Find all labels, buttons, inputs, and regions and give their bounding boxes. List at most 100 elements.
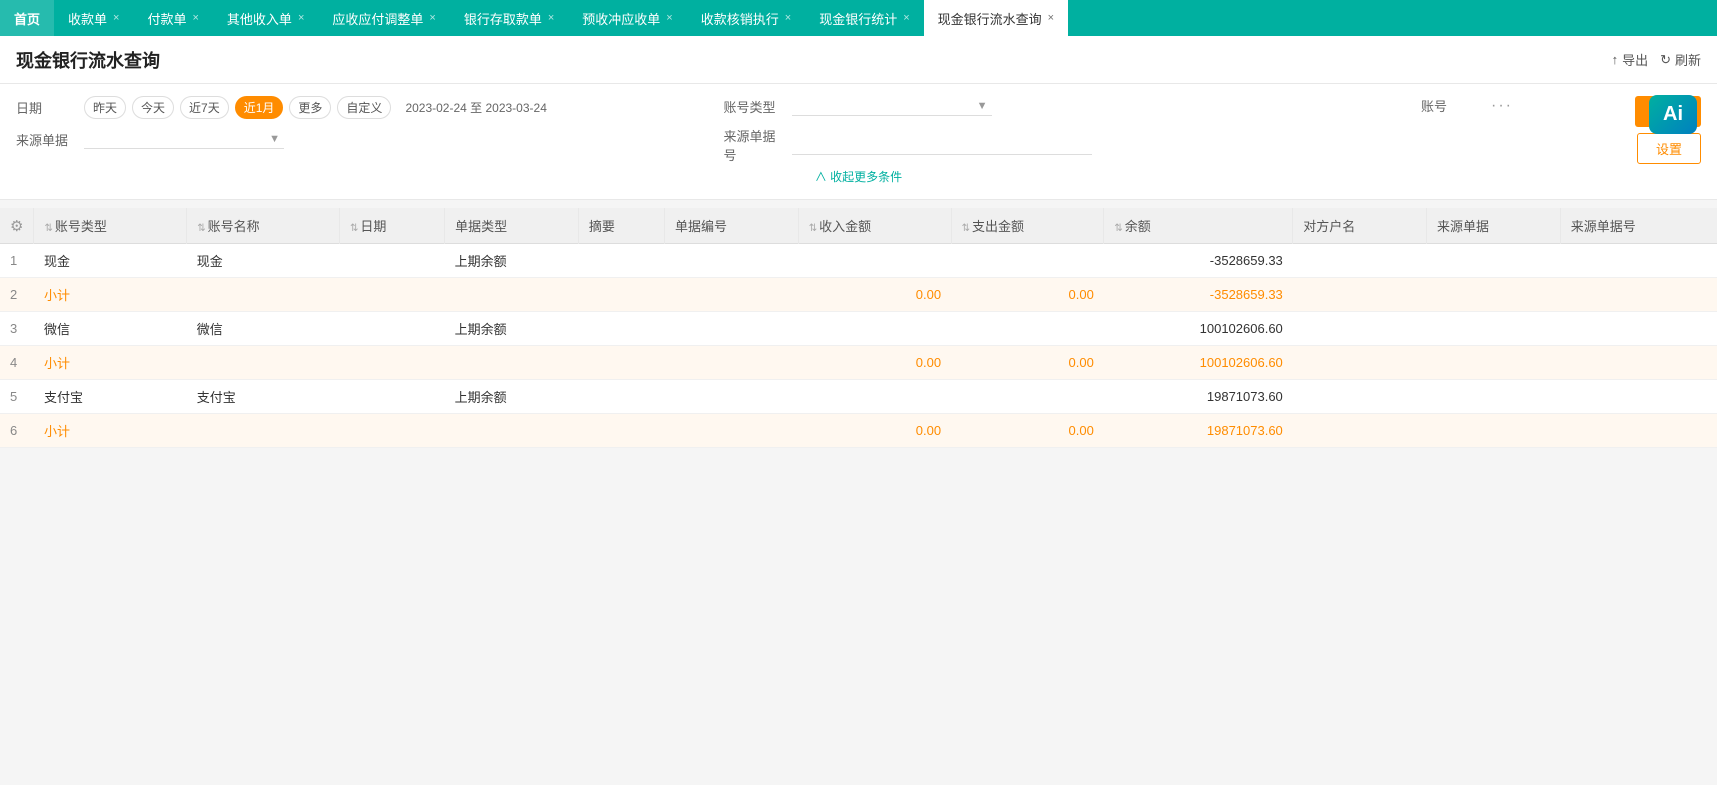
table-cell [798, 380, 951, 414]
col-source-doc-no[interactable]: 来源单据号 [1560, 208, 1717, 244]
table-cell [1293, 414, 1427, 448]
table-cell: 3 [0, 312, 34, 346]
gear-icon[interactable]: ⚙ [10, 218, 23, 235]
nav-payment-label: 付款单 [147, 9, 186, 28]
table-cell [665, 312, 799, 346]
col-summary[interactable]: 摘要 [578, 208, 664, 244]
account-type-select[interactable] [792, 96, 992, 116]
table-cell [798, 244, 951, 278]
table-cell: 100102606.60 [1104, 312, 1293, 346]
table-cell [951, 312, 1104, 346]
table-cell [340, 312, 445, 346]
nav-other-income-label: 其他收入单 [227, 9, 292, 28]
date-btn-custom[interactable]: 自定义 [337, 96, 391, 119]
date-btn-7days[interactable]: 近7天 [180, 96, 229, 119]
refresh-icon: ↻ [1660, 52, 1671, 68]
nav-item-advance-offset[interactable]: 预收冲应收单 × [568, 0, 686, 36]
nav-home-label: 首页 [14, 9, 40, 28]
col-source-doc[interactable]: 来源单据 [1427, 208, 1561, 244]
close-ap-adjust-icon[interactable]: × [429, 12, 435, 24]
nav-item-payment[interactable]: 付款单 × [133, 0, 212, 36]
nav-item-other-income[interactable]: 其他收入单 × [213, 0, 318, 36]
table-cell [578, 278, 664, 312]
nav-item-ap-adjust[interactable]: 应收应付调整单 × [318, 0, 449, 36]
close-payment-icon[interactable]: × [192, 12, 198, 24]
date-label: 日期 [16, 98, 76, 117]
col-balance[interactable]: ⇅余额 [1104, 208, 1293, 244]
close-collect-exec-icon[interactable]: × [785, 12, 791, 24]
date-btn-today[interactable]: 今天 [132, 96, 174, 119]
table-cell [665, 414, 799, 448]
table-cell [1560, 278, 1717, 312]
table-cell [578, 244, 664, 278]
filter-area: 日期 昨天 今天 近7天 近1月 更多 自定义 2023-02-24 至 202… [0, 84, 1717, 200]
table-cell [951, 380, 1104, 414]
collapse-filter-bar[interactable]: ∧ 收起更多条件 [16, 164, 1701, 191]
table-cell [1427, 312, 1561, 346]
account-dots-button[interactable]: ··· [1487, 97, 1517, 115]
settings-button[interactable]: 设置 [1637, 133, 1701, 164]
table-cell: 现金 [34, 244, 187, 278]
col-counterparty[interactable]: 对方户名 [1293, 208, 1427, 244]
nav-receipt-label: 收款单 [68, 9, 107, 28]
date-btn-more[interactable]: 更多 [289, 96, 331, 119]
col-doc-type[interactable]: 单据类型 [445, 208, 579, 244]
refresh-button[interactable]: ↻ 刷新 [1660, 50, 1701, 69]
table-cell [1427, 346, 1561, 380]
source-doc-select[interactable] [84, 129, 284, 149]
table-cell [1560, 380, 1717, 414]
close-bank-deposit-icon[interactable]: × [548, 12, 554, 24]
table-cell [1293, 346, 1427, 380]
header-actions: ↑ 导出 ↻ 刷新 [1612, 50, 1701, 69]
nav-item-receipt[interactable]: 收款单 × [54, 0, 133, 36]
date-range-display: 2023-02-24 至 2023-03-24 [405, 99, 546, 116]
cash-flow-table: ⚙ ⇅账号类型 ⇅账号名称 ⇅日期 单据类型 摘要 单据编号 ⇅收入金额 ⇅支出… [0, 208, 1717, 448]
close-advance-offset-icon[interactable]: × [666, 12, 672, 24]
table-cell: 6 [0, 414, 34, 448]
account-type-select-wrapper: ▼ [792, 96, 992, 116]
table-cell [665, 244, 799, 278]
data-table-wrapper: ⚙ ⇅账号类型 ⇅账号名称 ⇅日期 单据类型 摘要 单据编号 ⇅收入金额 ⇅支出… [0, 208, 1717, 448]
date-filter-options: 昨天 今天 近7天 近1月 更多 自定义 [84, 96, 391, 119]
table-cell [665, 346, 799, 380]
close-cash-flow-icon[interactable]: × [1048, 12, 1054, 24]
table-cell [1560, 244, 1717, 278]
table-cell: 1 [0, 244, 34, 278]
close-receipt-icon[interactable]: × [113, 12, 119, 24]
table-cell [1427, 414, 1561, 448]
export-button[interactable]: ↑ 导出 [1612, 50, 1649, 69]
table-cell [1427, 380, 1561, 414]
close-cash-stats-icon[interactable]: × [903, 12, 909, 24]
table-cell [340, 244, 445, 278]
collapse-up-icon: ∧ [815, 170, 827, 184]
col-expense[interactable]: ⇅支出金额 [951, 208, 1104, 244]
table-cell: 2 [0, 278, 34, 312]
table-cell: 4 [0, 346, 34, 380]
col-account-name[interactable]: ⇅账号名称 [187, 208, 340, 244]
table-row: 2小计0.000.00-3528659.33 [0, 278, 1717, 312]
date-btn-yesterday[interactable]: 昨天 [84, 96, 126, 119]
nav-item-bank-deposit[interactable]: 银行存取款单 × [450, 0, 568, 36]
source-doc-no-input[interactable] [792, 135, 1092, 155]
nav-item-home[interactable]: 首页 [0, 0, 54, 36]
table-cell: 小计 [34, 278, 187, 312]
table-cell: 5 [0, 380, 34, 414]
nav-bank-deposit-label: 银行存取款单 [464, 9, 542, 28]
export-icon: ↑ [1612, 52, 1619, 67]
col-gear[interactable]: ⚙ [0, 208, 34, 244]
nav-item-cash-flow[interactable]: 现金银行流水查询 × [924, 0, 1068, 36]
table-row: 1现金现金上期余额-3528659.33 [0, 244, 1717, 278]
col-date[interactable]: ⇅日期 [340, 208, 445, 244]
col-account-type[interactable]: ⇅账号类型 [34, 208, 187, 244]
table-cell [340, 380, 445, 414]
table-cell: 微信 [34, 312, 187, 346]
ai-button[interactable]: Ai [1649, 95, 1697, 134]
nav-ap-adjust-label: 应收应付调整单 [332, 9, 423, 28]
nav-item-collect-exec[interactable]: 收款核销执行 × [687, 0, 805, 36]
col-doc-no[interactable]: 单据编号 [665, 208, 799, 244]
date-btn-1month[interactable]: 近1月 [235, 96, 284, 119]
col-income[interactable]: ⇅收入金额 [798, 208, 951, 244]
nav-collect-exec-label: 收款核销执行 [701, 9, 779, 28]
nav-item-cash-stats[interactable]: 现金银行统计 × [805, 0, 923, 36]
close-other-income-icon[interactable]: × [298, 12, 304, 24]
